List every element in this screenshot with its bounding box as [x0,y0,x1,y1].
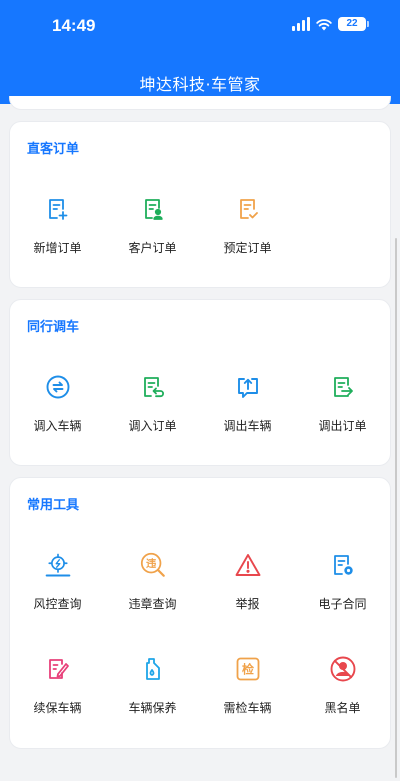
app-title: 坤达科技·车管家 [139,75,261,94]
violation-search-icon: 违 [139,551,167,579]
cellular-signal-icon [292,17,310,31]
battery-icon: 22 [338,17,369,31]
transfer-in-orders-button[interactable]: 调入订单 [105,373,200,453]
section-common-tools: 常用工具 风控查询 违 违章查询 举报 电子合同 续保车辆 车辆保养 检 需检车… [9,477,391,749]
item-label: 新增订单 [33,241,82,255]
item-label: 预定订单 [223,241,272,255]
new-order-button[interactable]: 新增订单 [10,195,105,275]
section-peer-transfer: 同行调车 调入车辆 调入订单 调出车辆 调出订单 [9,299,391,466]
inspection-vehicles-button[interactable]: 检 需检车辆 [200,655,295,735]
warning-triangle-icon [234,551,262,579]
report-button[interactable]: 举报 [200,551,295,631]
blacklist-button[interactable]: 黑名单 [295,655,390,735]
renew-insurance-button[interactable]: 续保车辆 [10,655,105,735]
item-label: 黑名单 [324,701,361,715]
customer-orders-button[interactable]: 客户订单 [105,195,200,275]
doc-add-icon [44,195,72,223]
exchange-circle-icon [44,373,72,401]
item-label: 车辆保养 [128,701,177,715]
risk-target-icon [44,551,72,579]
item-label: 调出订单 [318,419,367,433]
item-label: 需检车辆 [223,701,272,715]
vehicle-maintenance-button[interactable]: 车辆保养 [105,655,200,735]
section-direct-orders: 直客订单 新增订单 客户订单 预定订单 [9,121,391,288]
item-label: 调出车辆 [223,419,272,433]
doc-export-icon [329,373,357,401]
transfer-in-vehicles-button[interactable]: 调入车辆 [10,373,105,453]
violation-glyph: 违 [146,557,157,570]
doc-user-icon [139,195,167,223]
risk-query-button[interactable]: 风控查询 [10,551,105,631]
previous-card-edge [9,96,391,110]
item-label: 风控查询 [33,597,82,611]
item-label: 举报 [235,597,260,611]
reserved-orders-button[interactable]: 预定订单 [200,195,295,275]
top-bar: 14:49 22 坤达科技·车管家 [0,0,400,104]
maintenance-bottle-icon [139,655,167,683]
doc-return-icon [139,373,167,401]
item-label: 调入订单 [128,419,177,433]
scrollbar[interactable] [395,238,397,778]
blacklist-icon [329,655,357,683]
wifi-icon [316,18,332,30]
item-label: 续保车辆 [33,701,82,715]
item-label: 调入车辆 [33,419,82,433]
violation-query-button[interactable]: 违 违章查询 [105,551,200,631]
inspection-badge-icon: 检 [234,655,262,683]
status-time: 14:49 [52,16,96,35]
item-label: 违章查询 [128,597,177,611]
transfer-out-vehicles-button[interactable]: 调出车辆 [200,373,295,453]
transfer-out-orders-button[interactable]: 调出订单 [295,373,390,453]
doc-check-icon [234,195,262,223]
item-label: 客户订单 [128,241,177,255]
status-icons: 22 [292,17,369,31]
item-label: 电子合同 [318,597,367,611]
e-contract-button[interactable]: 电子合同 [295,551,390,631]
e-contract-icon [329,551,357,579]
renew-insurance-icon [44,655,72,683]
inspection-glyph: 检 [242,662,254,677]
upload-chat-icon [234,373,262,401]
